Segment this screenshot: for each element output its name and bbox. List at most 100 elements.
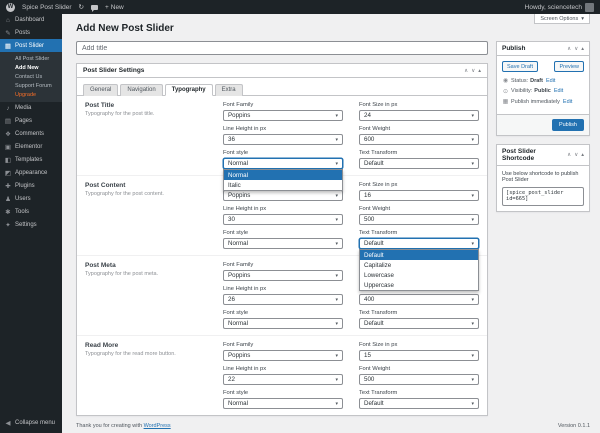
post-meta-line-height-select[interactable]: 26 ▾ — [223, 294, 343, 305]
chevron-down-icon: ▾ — [335, 321, 338, 327]
sidebar-item-plugins[interactable]: ✚ Plugins — [0, 179, 62, 192]
comment-bubble-icon — [91, 5, 98, 10]
preview-button[interactable]: Preview — [554, 61, 584, 72]
move-down-icon[interactable]: ∨ — [574, 152, 578, 158]
sidebar-item-templates[interactable]: ◧ Templates — [0, 153, 62, 166]
tab-navigation[interactable]: Navigation — [120, 84, 162, 96]
section-info: Post Meta Typography for the post meta. — [85, 262, 223, 329]
sidebar-item-elementor[interactable]: ▣ Elementor — [0, 140, 62, 153]
sidebar-item-posts[interactable]: ✎ Posts — [0, 26, 62, 39]
publish-button[interactable]: Publish — [552, 119, 584, 131]
chevron-down-icon: ▾ — [471, 137, 474, 143]
read-more-text-transform-select[interactable]: Default ▾ — [359, 398, 479, 409]
field-label: Font style — [223, 150, 343, 156]
toggle-panel-icon[interactable]: ▴ — [478, 68, 481, 74]
section-name: Post Content — [85, 182, 215, 189]
templates-icon: ◧ — [4, 156, 12, 164]
post-title-text-transform-select[interactable]: Default ▾ — [359, 158, 479, 169]
page-title: Add New Post Slider — [76, 23, 590, 34]
chevron-down-icon: ▾ — [335, 217, 338, 223]
tab-typography[interactable]: Typography — [165, 84, 213, 96]
toggle-panel-icon[interactable]: ▴ — [581, 152, 584, 158]
post-title-font-weight-select[interactable]: 600 ▾ — [359, 134, 479, 145]
updates-icon[interactable]: ↻ — [79, 3, 84, 11]
post-title-font-size-select[interactable]: 24 ▾ — [359, 110, 479, 121]
submenu-item-add-new[interactable]: Add New — [15, 63, 62, 72]
read-more-font-family-select[interactable]: Poppins ▾ — [223, 350, 343, 361]
status-edit-link[interactable]: Edit — [546, 78, 555, 84]
post-title-font-family-select[interactable]: Poppins ▾ — [223, 110, 343, 121]
publish-panel-header[interactable]: Publish ∧ ∨ ▴ — [497, 42, 589, 56]
submenu-item-all-post-slider[interactable]: All Post Slider — [15, 54, 62, 63]
visibility-label: Visibility: — [511, 88, 532, 94]
post-title-font-style-select[interactable]: Normal ▾ — [223, 158, 343, 169]
tab-extra[interactable]: Extra — [215, 84, 243, 96]
move-up-icon[interactable]: ∧ — [464, 68, 468, 74]
post-content-font-size-select[interactable]: 16 ▾ — [359, 190, 479, 201]
submenu-item-contact-us[interactable]: Contact Us — [15, 72, 62, 81]
post-title-line-height-select[interactable]: 36 ▾ — [223, 134, 343, 145]
site-name-link[interactable]: Spice Post Slider — [22, 4, 72, 11]
admin-sidebar: ⌂ Dashboard ✎ Posts ▦ Post Slider All Po… — [0, 14, 62, 433]
wordpress-link[interactable]: WordPress — [144, 423, 171, 429]
move-up-icon[interactable]: ∧ — [567, 46, 571, 52]
chevron-down-icon: ▾ — [335, 273, 338, 279]
post-content-font-weight-select[interactable]: 500 ▾ — [359, 214, 479, 225]
sidebar-item-post-slider[interactable]: ▦ Post Slider — [0, 39, 62, 52]
post-title-input[interactable] — [76, 41, 488, 55]
move-down-icon[interactable]: ∨ — [574, 46, 578, 52]
post-meta-font-family-select[interactable]: Poppins ▾ — [223, 270, 343, 281]
post-meta-font-weight-select[interactable]: 400 ▾ — [359, 294, 479, 305]
dropdown-option-capitalize[interactable]: Capitalize — [360, 260, 478, 270]
wordpress-logo-icon[interactable]: W — [6, 3, 15, 12]
sidebar-item-appearance[interactable]: ◩ Appearance — [0, 166, 62, 179]
submenu-item-upgrade[interactable]: Upgrade — [15, 90, 62, 99]
section-name: Post Meta — [85, 262, 215, 269]
sidebar-item-media[interactable]: ♪ Media — [0, 102, 62, 114]
schedule-edit-link[interactable]: Edit — [563, 99, 572, 105]
read-more-font-weight-select[interactable]: 500 ▾ — [359, 374, 479, 385]
post-meta-font-style-select[interactable]: Normal ▾ — [223, 318, 343, 329]
dropdown-option-italic[interactable]: Italic — [224, 180, 342, 190]
field-label: Line Height in px — [223, 366, 343, 372]
sidebar-item-comments[interactable]: ❖ Comments — [0, 127, 62, 140]
select-value: Poppins — [228, 192, 250, 199]
dropdown-option-normal[interactable]: Normal — [224, 170, 342, 180]
new-content-button[interactable]: + New — [105, 4, 124, 11]
sidebar-item-settings[interactable]: ✦ Settings — [0, 218, 62, 231]
move-up-icon[interactable]: ∧ — [567, 152, 571, 158]
read-more-font-style-select[interactable]: Normal ▾ — [223, 398, 343, 409]
post-content-font-style-select[interactable]: Normal ▾ — [223, 238, 343, 249]
move-down-icon[interactable]: ∨ — [471, 68, 475, 74]
howdy-account-link[interactable]: Howdy, sciencetech — [525, 4, 582, 11]
shortcode-value[interactable]: [spice_post_slider id=665] — [502, 187, 584, 206]
dropdown-option-default[interactable]: Default — [360, 250, 478, 260]
shortcode-panel-header[interactable]: Post Slider Shortcode ∧ ∨ ▴ — [497, 145, 589, 166]
comments-icon[interactable] — [91, 5, 98, 10]
metabox-header[interactable]: Post Slider Settings ∧ ∨ ▴ — [77, 64, 487, 78]
read-more-font-size-select[interactable]: 15 ▾ — [359, 350, 479, 361]
section-desc: Typography for the post title. — [85, 111, 215, 117]
collapse-menu-button[interactable]: ◀ Collapse menu — [0, 416, 62, 429]
toggle-panel-icon[interactable]: ▴ — [581, 46, 584, 52]
post-content-text-transform-select[interactable]: Default ▾ — [359, 238, 479, 249]
post-content-line-height-select[interactable]: 30 ▾ — [223, 214, 343, 225]
sidebar-item-tools[interactable]: ✱ Tools — [0, 205, 62, 218]
schedule-row: ▦ Publish immediately Edit — [502, 98, 584, 105]
sidebar-item-dashboard[interactable]: ⌂ Dashboard — [0, 14, 62, 26]
dropdown-option-uppercase[interactable]: Uppercase — [360, 280, 478, 290]
visibility-edit-link[interactable]: Edit — [554, 88, 563, 94]
post-content-font-family-select[interactable]: Poppins ▾ — [223, 190, 343, 201]
shortcode-description: Use below shortcode to publish Post Slid… — [502, 171, 584, 183]
tab-general[interactable]: General — [83, 84, 118, 96]
sidebar-item-pages[interactable]: ▤ Pages — [0, 114, 62, 127]
avatar[interactable] — [585, 3, 594, 12]
submenu-item-support-forum[interactable]: Support Forum — [15, 81, 62, 90]
dropdown-option-lowercase[interactable]: Lowercase — [360, 270, 478, 280]
read-more-line-height-select[interactable]: 22 ▾ — [223, 374, 343, 385]
save-draft-button[interactable]: Save Draft — [502, 61, 538, 72]
screen-options-tab[interactable]: Screen Options ▾ — [534, 14, 590, 24]
sidebar-item-users[interactable]: ♟ Users — [0, 192, 62, 205]
collapse-icon: ◀ — [4, 419, 12, 427]
post-meta-text-transform-select[interactable]: Default ▾ — [359, 318, 479, 329]
